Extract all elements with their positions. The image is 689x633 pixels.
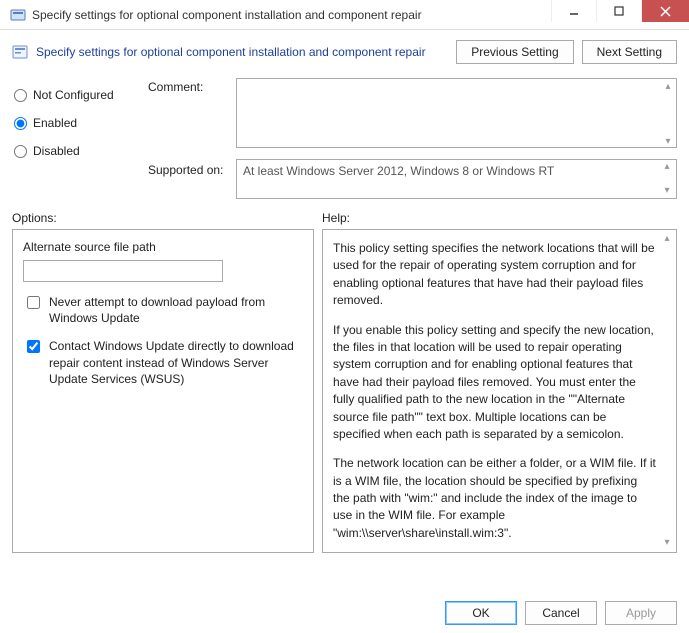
options-label: Options:: [12, 211, 322, 225]
help-p2: If you enable this policy setting and sp…: [333, 322, 656, 444]
contact-wu-label: Contact Windows Update directly to downl…: [49, 338, 303, 387]
footer-buttons: OK Cancel Apply: [445, 601, 677, 625]
scroll-up-icon[interactable]: ▴: [661, 82, 675, 92]
header: Specify settings for optional component …: [0, 30, 689, 72]
alt-path-label: Alternate source file path: [23, 240, 303, 254]
help-panel: ▴ ▾ This policy setting specifies the ne…: [322, 229, 677, 553]
minimize-button[interactable]: [551, 0, 596, 22]
state-radio-group: Not Configured Enabled Disabled: [14, 78, 144, 199]
contact-wu-checkbox[interactable]: [27, 340, 40, 353]
title-bar: Specify settings for optional component …: [0, 0, 689, 30]
window-controls: [551, 0, 689, 29]
scroll-up-icon[interactable]: ▴: [660, 162, 674, 172]
cancel-button[interactable]: Cancel: [525, 601, 597, 625]
radio-disabled[interactable]: [14, 145, 27, 158]
never-download-checkbox[interactable]: [27, 296, 40, 309]
alt-path-input[interactable]: [23, 260, 223, 282]
scroll-down-icon[interactable]: ▾: [660, 186, 674, 196]
radio-not-configured-label: Not Configured: [33, 88, 114, 102]
scroll-down-icon[interactable]: ▾: [660, 538, 674, 548]
radio-disabled-label: Disabled: [33, 144, 80, 158]
options-help-labels: Options: Help:: [0, 205, 689, 229]
scroll-up-icon[interactable]: ▴: [660, 234, 674, 244]
help-p3: The network location can be either a fol…: [333, 455, 656, 542]
help-text: This policy setting specifies the networ…: [333, 240, 656, 553]
comment-textarea[interactable]: [236, 78, 677, 148]
supported-on-text: At least Windows Server 2012, Windows 8 …: [243, 164, 554, 178]
policy-icon: [12, 44, 28, 60]
help-label: Help:: [322, 211, 677, 225]
radio-not-configured[interactable]: [14, 89, 27, 102]
help-p1: This policy setting specifies the networ…: [333, 240, 656, 310]
scroll-down-icon[interactable]: ▾: [661, 137, 675, 147]
apply-button[interactable]: Apply: [605, 601, 677, 625]
policy-subtitle: Specify settings for optional component …: [36, 45, 456, 59]
app-icon: [10, 7, 26, 23]
supported-label: Supported on:: [148, 159, 228, 177]
never-download-label: Never attempt to download payload from W…: [49, 294, 303, 326]
comment-label: Comment:: [148, 78, 228, 94]
close-button[interactable]: [641, 0, 689, 22]
options-panel: Alternate source file path Never attempt…: [12, 229, 314, 553]
previous-setting-button[interactable]: Previous Setting: [456, 40, 573, 64]
supported-on-box: At least Windows Server 2012, Windows 8 …: [236, 159, 677, 199]
radio-enabled[interactable]: [14, 117, 27, 130]
ok-button[interactable]: OK: [445, 601, 517, 625]
next-setting-button[interactable]: Next Setting: [582, 40, 677, 64]
radio-enabled-label: Enabled: [33, 116, 77, 130]
window-title: Specify settings for optional component …: [32, 8, 551, 22]
panels: Alternate source file path Never attempt…: [0, 229, 689, 553]
config-area: Not Configured Enabled Disabled Comment:…: [0, 72, 689, 205]
maximize-button[interactable]: [596, 0, 641, 22]
